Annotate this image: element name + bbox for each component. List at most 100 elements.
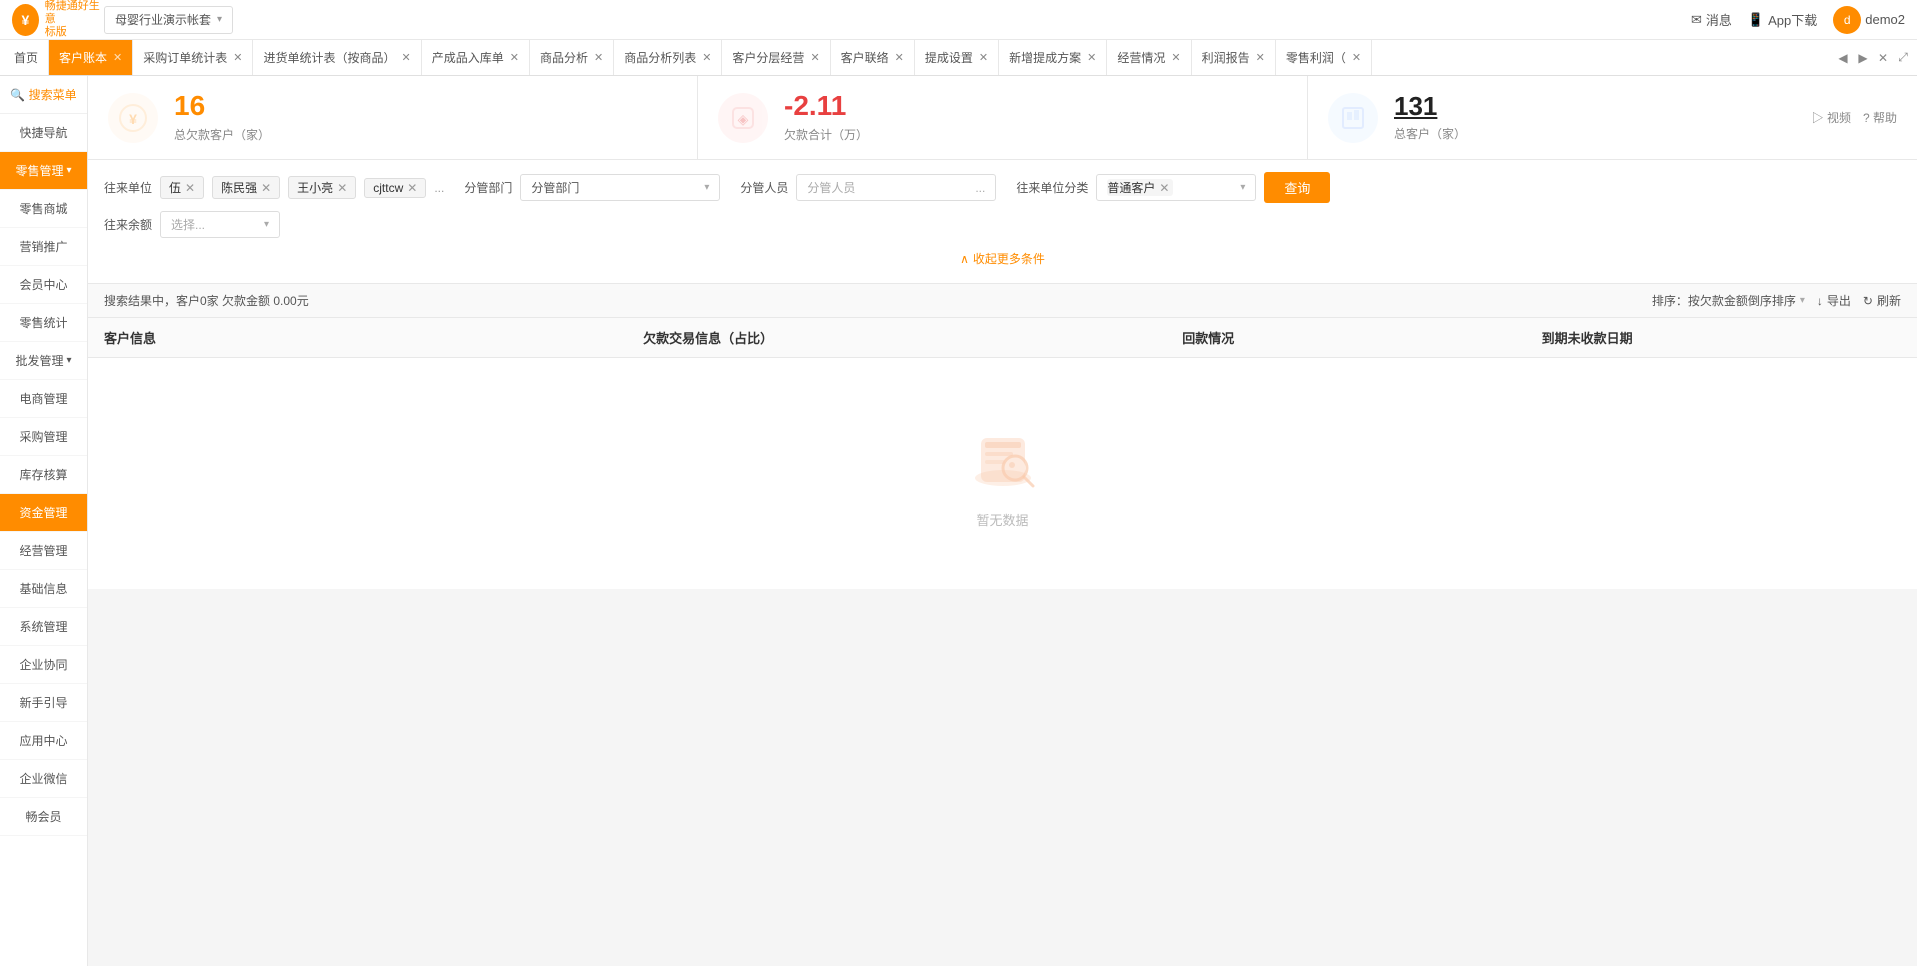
person-input[interactable]: 分管人员 ... <box>796 174 996 201</box>
chevron-down-icon: ▾ <box>1800 295 1805 306</box>
workspace-selector[interactable]: 母婴行业演示帐套 ▾ <box>104 6 233 34</box>
sidebar-item-marketing[interactable]: 营销推广 <box>0 228 87 266</box>
export-icon: ↓ <box>1817 294 1823 308</box>
close-icon[interactable]: ✕ <box>510 51 519 64</box>
tab-next-button[interactable]: ▶ <box>1853 48 1873 68</box>
unit-tag-wang[interactable]: 王小亮 ✕ <box>288 176 356 199</box>
export-button[interactable]: ↓ 导出 <box>1817 292 1851 309</box>
tab-purchase-stat[interactable]: 进货单统计表（按商品） ✕ <box>253 40 421 76</box>
stat-label-debt: 欠款合计（万） <box>784 126 868 143</box>
sidebar-item-inventory[interactable]: 库存核算 <box>0 456 87 494</box>
unit-tag-chen[interactable]: 陈民强 ✕ <box>212 176 280 199</box>
dept-selector[interactable]: 分管部门 ▾ <box>520 174 720 201</box>
tab-home[interactable]: 首页 <box>4 40 49 76</box>
balance-selector[interactable]: 选择... ▾ <box>160 211 280 238</box>
empty-state: 暂无数据 <box>88 358 1917 589</box>
main-layout: 🔍 搜索菜单 快捷导航 零售管理 ▾ 零售商城 营销推广 会员中心 零售统计 批… <box>0 76 1917 966</box>
close-icon[interactable]: ✕ <box>1171 51 1180 64</box>
close-icon[interactable]: ✕ <box>1352 51 1361 64</box>
refresh-button[interactable]: ↻ 刷新 <box>1863 292 1901 309</box>
sort-selector[interactable]: 排序：按欠款金额倒序排序 ▾ <box>1652 292 1805 309</box>
logo-text: 畅捷通好生意 标版 <box>45 0 100 39</box>
tab-commission-settings[interactable]: 提成设置 ✕ <box>915 40 999 76</box>
empty-text: 暂无数据 <box>976 510 1028 529</box>
message-action[interactable]: ✉ 消息 <box>1691 10 1732 29</box>
remove-category[interactable]: ✕ <box>1159 181 1169 195</box>
search-icon: 🔍 <box>10 88 25 102</box>
close-icon[interactable]: ✕ <box>1256 51 1265 64</box>
sidebar-item-retail-shop[interactable]: 零售商城 <box>0 190 87 228</box>
video-icon: ▷ <box>1812 111 1824 125</box>
sidebar-item-newbie[interactable]: 新手引导 <box>0 684 87 722</box>
tab-customer-contact[interactable]: 客户联络 ✕ <box>831 40 915 76</box>
stat-icon-customers: ¥ <box>108 93 158 143</box>
remove-tag-wang[interactable]: ✕ <box>337 181 347 195</box>
close-icon[interactable]: ✕ <box>979 51 988 64</box>
sidebar-search[interactable]: 🔍 搜索菜单 <box>0 76 87 114</box>
category-filter-label: 往来单位分类 <box>1016 179 1088 196</box>
category-selector[interactable]: 普通客户 ✕ ▾ <box>1096 174 1256 201</box>
sidebar-item-finance[interactable]: 资金管理 <box>0 494 87 532</box>
stats-row: ¥ 16 总欠款客户（家） ◈ -2.11 欠款合计 <box>88 76 1917 160</box>
query-button[interactable]: 查询 <box>1264 172 1330 203</box>
sidebar-item-retail-stats[interactable]: 零售统计 <box>0 304 87 342</box>
close-icon[interactable]: ✕ <box>233 51 242 64</box>
unit-tag-wu[interactable]: 伍 ✕ <box>160 176 204 199</box>
tab-expand-button[interactable]: ⤢ <box>1893 48 1913 68</box>
tab-customer-tier[interactable]: 客户分层经营 ✕ <box>722 40 830 76</box>
close-icon[interactable]: ✕ <box>113 51 122 64</box>
logo-area: ¥ 畅捷通好生意 标版 <box>12 0 100 39</box>
col-due-date: 到期未收款日期 <box>1542 328 1901 347</box>
sidebar-item-wholesale[interactable]: 批发管理 ▾ <box>0 342 87 380</box>
remove-tag-chen[interactable]: ✕ <box>261 181 271 195</box>
col-payment-status: 回款情况 <box>1182 328 1541 347</box>
unit-tag-cjttcw[interactable]: cjttcw ✕ <box>364 178 426 198</box>
stat-value-debt: -2.11 <box>784 92 868 120</box>
chevron-down-icon: ▾ <box>704 182 709 193</box>
top-right-actions: ✉ 消息 📱 App下载 d demo2 <box>1691 6 1905 34</box>
unit-tag-more[interactable]: ... <box>434 181 444 195</box>
tab-product-inbound[interactable]: 产成品入库单 ✕ <box>422 40 530 76</box>
user-menu[interactable]: d demo2 <box>1833 6 1905 34</box>
stat-card-total: 131 总客户（家） ▷ 视频 ? 帮助 <box>1308 76 1917 159</box>
sidebar-item-quick-nav[interactable]: 快捷导航 <box>0 114 87 152</box>
tab-bar: 首页 客户账本 ✕ 采购订单统计表 ✕ 进货单统计表（按商品） ✕ 产成品入库单… <box>0 40 1917 76</box>
sidebar-item-purchase[interactable]: 采购管理 <box>0 418 87 456</box>
sidebar-item-basic-info[interactable]: 基础信息 <box>0 570 87 608</box>
remove-tag-wu[interactable]: ✕ <box>185 181 195 195</box>
close-icon[interactable]: ✕ <box>594 51 603 64</box>
close-icon[interactable]: ✕ <box>895 51 904 64</box>
app-download-action[interactable]: 📱 App下载 <box>1748 10 1817 29</box>
remove-tag-cjttcw[interactable]: ✕ <box>407 181 417 195</box>
sidebar-item-ecommerce[interactable]: 电商管理 <box>0 380 87 418</box>
tab-customer-ledger[interactable]: 客户账本 ✕ <box>49 40 133 76</box>
stat-icon-debt: ◈ <box>718 93 768 143</box>
close-icon[interactable]: ✕ <box>1087 51 1096 64</box>
tab-add-commission[interactable]: 新增提成方案 ✕ <box>999 40 1107 76</box>
tab-prev-button[interactable]: ◀ <box>1833 48 1853 68</box>
sidebar-item-enterprise-collab[interactable]: 企业协同 <box>0 646 87 684</box>
sidebar-item-system[interactable]: 系统管理 <box>0 608 87 646</box>
sidebar-item-app-center[interactable]: 应用中心 <box>0 722 87 760</box>
sidebar-item-member[interactable]: 会员中心 <box>0 266 87 304</box>
sidebar-item-operations[interactable]: 经营管理 <box>0 532 87 570</box>
video-help-link[interactable]: ▷ 视频 <box>1812 109 1851 126</box>
tab-profit-report[interactable]: 利润报告 ✕ <box>1192 40 1276 76</box>
close-icon[interactable]: ✕ <box>810 51 819 64</box>
sidebar-item-member-vip[interactable]: 畅会员 <box>0 798 87 836</box>
tab-purchase-order[interactable]: 采购订单统计表 ✕ <box>133 40 253 76</box>
category-tag-normal[interactable]: 普通客户 ✕ <box>1107 179 1173 196</box>
logo-icon: ¥ <box>12 4 39 36</box>
sidebar-item-retail[interactable]: 零售管理 ▾ <box>0 152 87 190</box>
tab-operations[interactable]: 经营情况 ✕ <box>1107 40 1191 76</box>
sidebar-item-wechat[interactable]: 企业微信 <box>0 760 87 798</box>
tab-product-analysis-list[interactable]: 商品分析列表 ✕ <box>614 40 722 76</box>
help-link[interactable]: ? 帮助 <box>1863 109 1897 126</box>
collapse-filter-button[interactable]: ∧ 收起更多条件 <box>952 246 1053 271</box>
tab-retail-profit[interactable]: 零售利润（ ✕ <box>1276 40 1372 76</box>
close-icon[interactable]: ✕ <box>702 51 711 64</box>
close-icon[interactable]: ✕ <box>402 51 411 64</box>
tab-product-analysis[interactable]: 商品分析 ✕ <box>530 40 614 76</box>
tab-close-all-button[interactable]: ✕ <box>1873 48 1893 68</box>
svg-text:¥: ¥ <box>129 111 137 127</box>
